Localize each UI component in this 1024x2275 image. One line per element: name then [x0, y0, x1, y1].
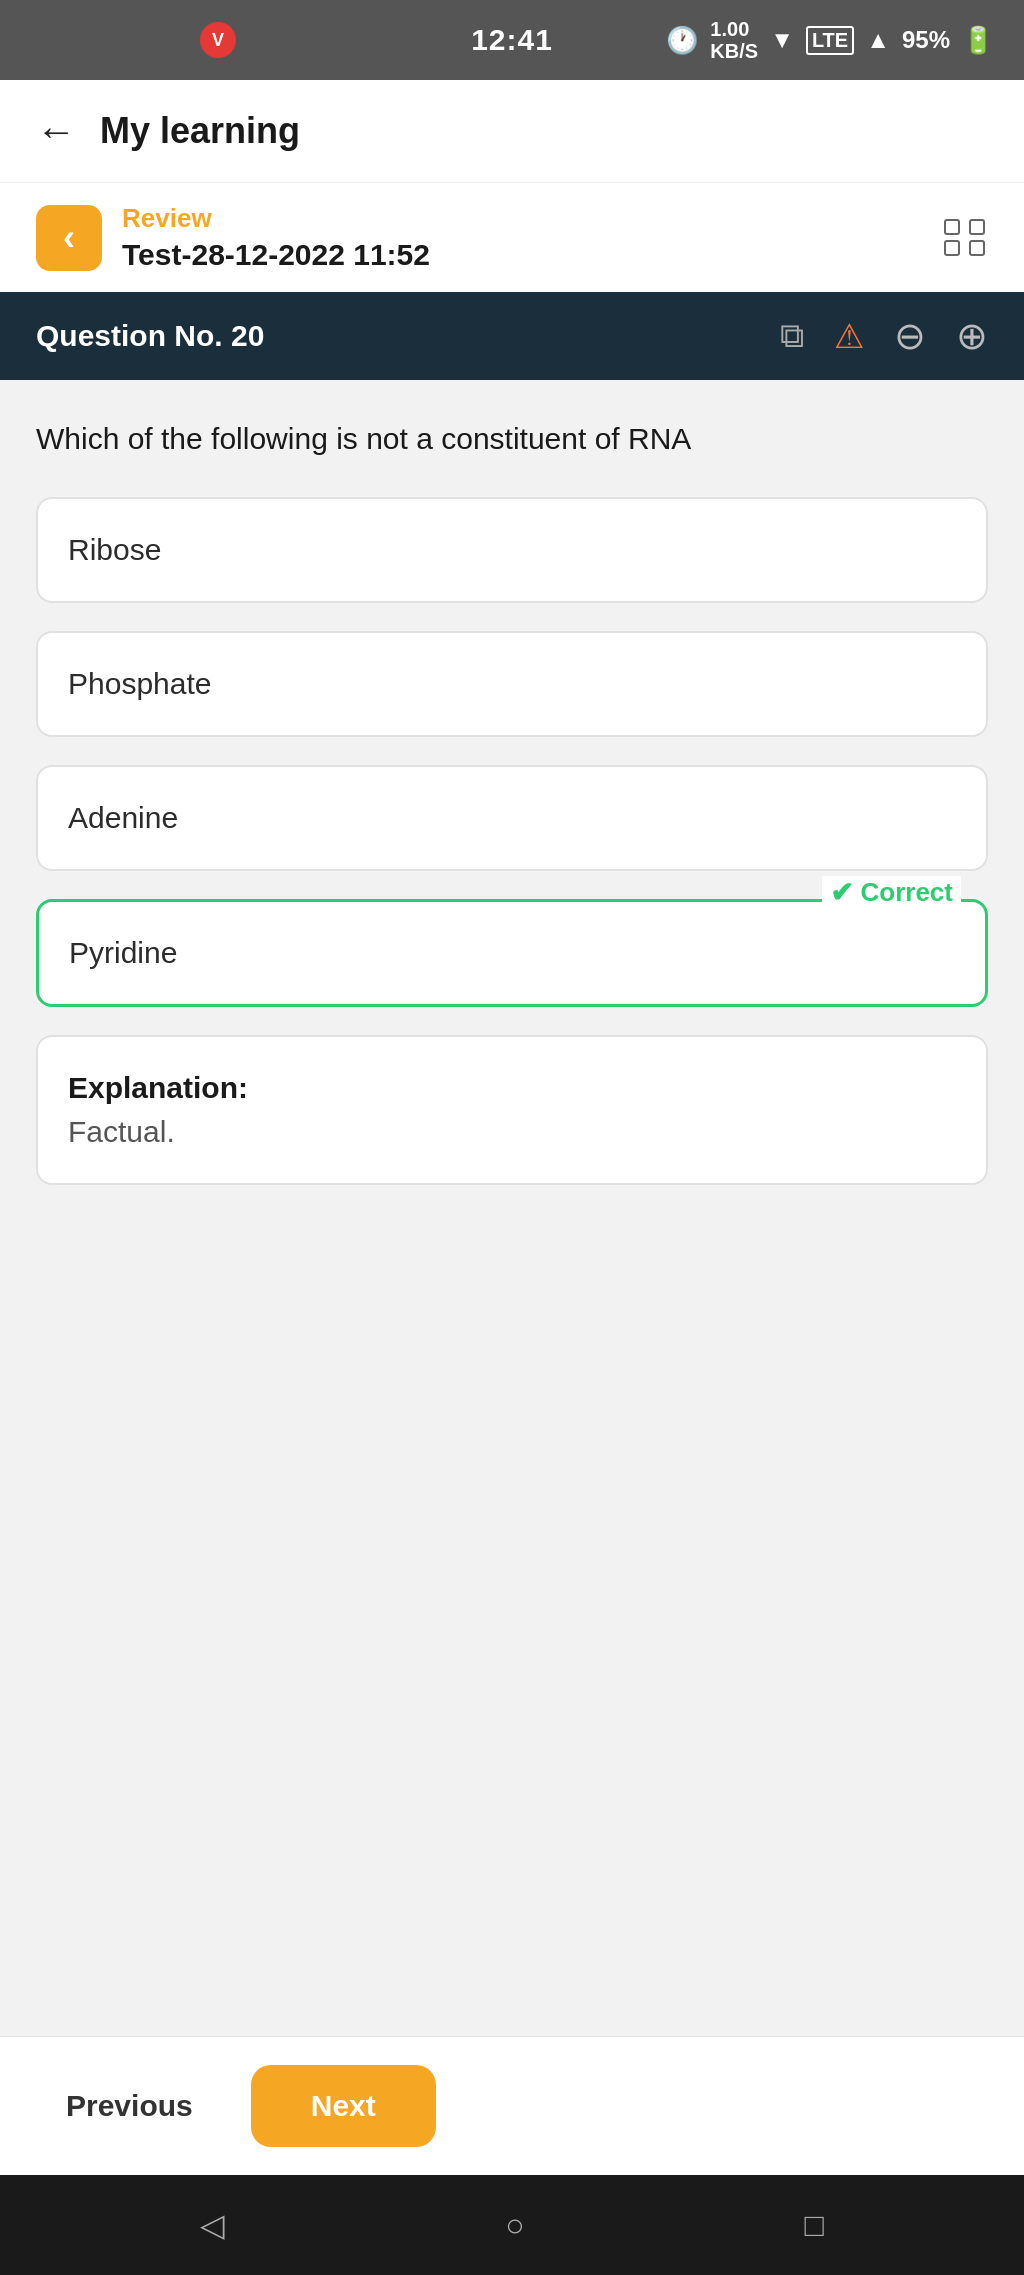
option-b-text: Phosphate — [68, 667, 211, 700]
explanation-title: Explanation: — [68, 1071, 956, 1105]
spacer — [36, 1213, 988, 1413]
zoom-out-icon[interactable]: ⊖ — [894, 314, 926, 358]
test-back-button[interactable]: ‹ — [36, 205, 102, 271]
option-a-text: Ribose — [68, 533, 161, 566]
test-info: Review Test-28-12-2022 11:52 — [122, 203, 924, 272]
android-home-button[interactable]: ○ — [505, 2207, 524, 2244]
correct-badge: ✔ Correct — [822, 876, 961, 909]
test-bar: ‹ Review Test-28-12-2022 11:52 — [0, 182, 1024, 292]
signal-icon: ▲ — [866, 26, 890, 54]
battery-text: 95% — [902, 26, 950, 54]
header: ← My learning — [0, 80, 1024, 182]
alert-icon[interactable]: ⚠ — [834, 316, 864, 356]
grid-dot-4 — [969, 240, 985, 256]
correct-label: Correct — [861, 877, 953, 908]
option-c[interactable]: Adenine — [36, 765, 988, 871]
explanation-card: Explanation: Factual. — [36, 1035, 988, 1185]
status-time: 12:41 — [471, 23, 553, 57]
review-label: Review — [122, 203, 924, 234]
status-bar: 12:41 V 🕐 1.00KB/S ▼ LTE ▲ 95% 🔋 — [0, 0, 1024, 80]
back-button[interactable]: ← — [36, 111, 76, 151]
wifi-icon: ▼ — [770, 26, 794, 54]
test-back-icon: ‹ — [63, 217, 75, 259]
android-back-button[interactable]: ◁ — [200, 2206, 225, 2244]
option-b[interactable]: Phosphate — [36, 631, 988, 737]
correct-check-icon: ✔ — [830, 876, 853, 909]
android-nav-bar: ◁ ○ □ — [0, 2175, 1024, 2275]
grid-icon[interactable] — [944, 219, 988, 256]
question-header-bar: Question No. 20 ⧉ ⚠ ⊖ ⊕ — [0, 292, 1024, 380]
alarm-icon: 🕐 — [666, 25, 698, 56]
grid-dot-2 — [969, 219, 985, 235]
test-name: Test-28-12-2022 11:52 — [122, 238, 924, 272]
question-text: Which of the following is not a constitu… — [36, 416, 988, 461]
status-right: 🕐 1.00KB/S ▼ LTE ▲ 95% 🔋 — [666, 18, 994, 62]
main-content: Which of the following is not a constitu… — [0, 380, 1024, 2036]
question-number-label: Question No. 20 — [36, 319, 750, 353]
android-recent-button[interactable]: □ — [805, 2207, 824, 2244]
option-c-text: Adenine — [68, 801, 178, 834]
option-d-text: Pyridine — [69, 936, 177, 969]
vodafone-icon: V — [200, 22, 236, 58]
explanation-text: Factual. — [68, 1115, 956, 1149]
grid-dot-1 — [944, 219, 960, 235]
speed-label: 1.00KB/S — [710, 18, 758, 62]
previous-button[interactable]: Previous — [36, 2069, 223, 2143]
copy-icon[interactable]: ⧉ — [780, 316, 804, 356]
grid-dot-3 — [944, 240, 960, 256]
option-a[interactable]: Ribose — [36, 497, 988, 603]
lte-icon: LTE — [806, 26, 854, 55]
option-d[interactable]: ✔ Correct Pyridine — [36, 899, 988, 1007]
zoom-in-icon[interactable]: ⊕ — [956, 314, 988, 358]
next-button[interactable]: Next — [251, 2065, 436, 2147]
page-title: My learning — [100, 110, 300, 152]
bottom-nav: Previous Next — [0, 2036, 1024, 2175]
battery-icon: 🔋 — [962, 25, 994, 56]
